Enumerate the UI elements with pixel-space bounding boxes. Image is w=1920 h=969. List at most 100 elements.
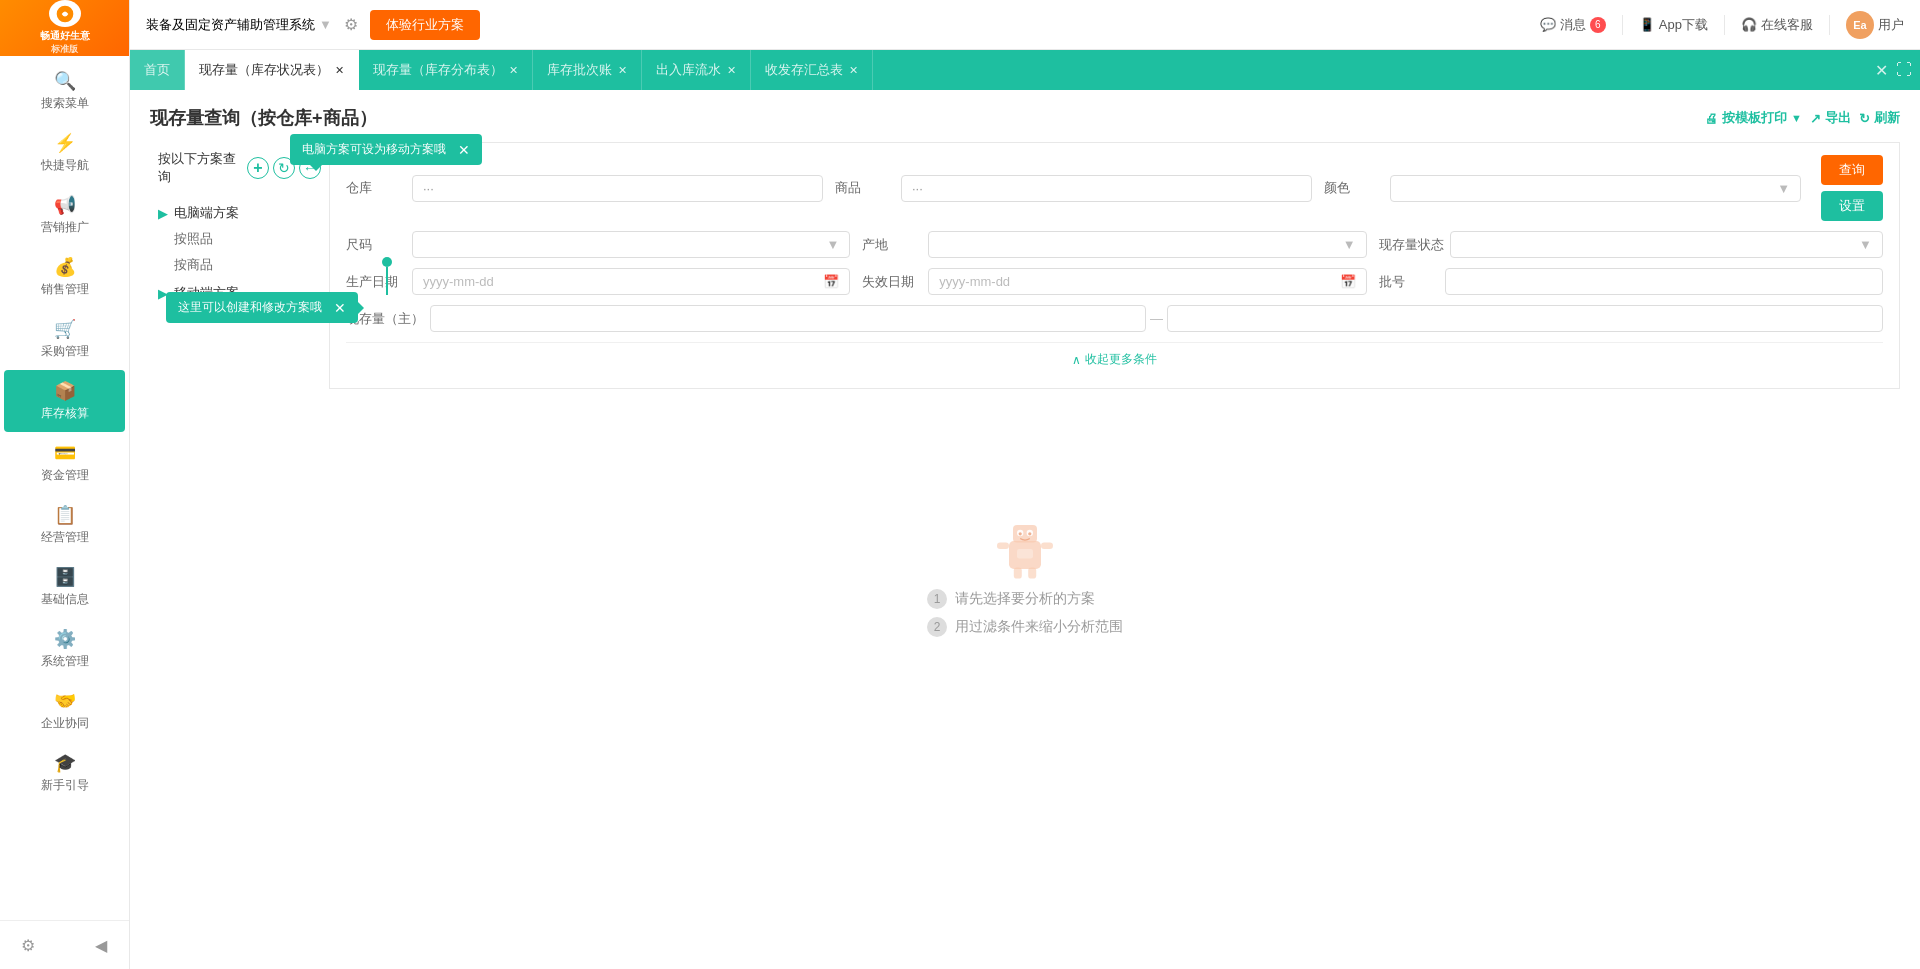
sidebar-item-finance[interactable]: 💳 资金管理 xyxy=(0,432,129,494)
tab-home[interactable]: 首页 xyxy=(130,50,185,90)
sidebar-item-marketing[interactable]: 📢 营销推广 xyxy=(0,184,129,246)
stock-status-label: 现存量状态 xyxy=(1379,236,1444,254)
sidebar-item-sales[interactable]: 💰 销售管理 xyxy=(0,246,129,308)
sidebar-item-guide[interactable]: 🎓 新手引导 xyxy=(0,742,129,804)
tab-batch[interactable]: 库存批次账 ✕ xyxy=(533,50,642,90)
calendar-icon-1[interactable]: 📅 xyxy=(823,274,839,289)
tab-end-buttons: ✕ ⛶ xyxy=(1867,50,1920,90)
tab-batch-label: 库存批次账 xyxy=(547,61,612,79)
empty-steps-list: 1 请先选择要分析的方案 2 用过滤条件来缩小分析范围 xyxy=(927,589,1123,645)
tab-batch-close[interactable]: ✕ xyxy=(618,64,627,77)
content-inner: 现存量查询（按仓库+商品） 🖨 按模板打印 ▼ ↗ 导出 ↻ 刷新 xyxy=(130,90,1920,969)
sidebar-item-inventory[interactable]: 📦 库存核算 xyxy=(4,370,125,432)
connector-dot xyxy=(382,257,392,267)
sidebar-item-system[interactable]: ⚙️ 系统管理 xyxy=(0,618,129,680)
online-support-button[interactable]: 🎧 在线客服 xyxy=(1741,16,1813,34)
scheme-item-1[interactable]: 按照品 xyxy=(150,226,329,252)
warehouse-dots: ··· xyxy=(423,181,434,196)
tab-stock-dist[interactable]: 现存量（库存分布表） ✕ xyxy=(359,50,533,90)
origin-select[interactable]: ▼ xyxy=(928,231,1366,258)
search-icon: 🔍 xyxy=(54,70,76,92)
size-select[interactable]: ▼ xyxy=(412,231,850,258)
template-print-button[interactable]: 🖨 按模板打印 ▼ xyxy=(1705,109,1802,127)
sidebar-item-purchase[interactable]: 🛒 采购管理 xyxy=(0,308,129,370)
color-select[interactable]: ▼ xyxy=(1390,175,1801,202)
tab-inout[interactable]: 出入库流水 ✕ xyxy=(642,50,751,90)
refresh-icon: ↻ xyxy=(1859,111,1870,126)
sidebar-item-quicknav[interactable]: ⚡ 快捷导航 xyxy=(0,122,129,184)
user-avatar: Ea xyxy=(1846,11,1874,39)
sidebar-item-purchase-label: 采购管理 xyxy=(41,343,89,360)
filter-origin: 产地 ▼ xyxy=(862,231,1366,258)
quicknav-icon: ⚡ xyxy=(54,132,76,154)
export-button[interactable]: ↗ 导出 xyxy=(1810,109,1851,127)
settings-bottom-btn[interactable]: ⚙ xyxy=(8,929,48,961)
export-label: 导出 xyxy=(1825,109,1851,127)
add-scheme-button[interactable]: + xyxy=(247,157,269,179)
close-all-tabs-icon[interactable]: ✕ xyxy=(1875,61,1888,80)
expire-date-input[interactable]: yyyy-mm-dd 📅 xyxy=(928,268,1366,295)
tab-inout-close[interactable]: ✕ xyxy=(727,64,736,77)
scheme-edit-tooltip-text: 这里可以创建和修改方案哦 xyxy=(178,299,322,316)
scheme-edit-tooltip: 这里可以创建和修改方案哦 ✕ xyxy=(166,292,358,323)
produce-date-input[interactable]: yyyy-mm-dd 📅 xyxy=(412,268,850,295)
step-2-text: 用过滤条件来缩小分析范围 xyxy=(955,618,1123,636)
sidebar-item-search[interactable]: 🔍 搜索菜单 xyxy=(0,60,129,122)
tab-stock-status-close[interactable]: ✕ xyxy=(335,64,344,77)
sidebar-item-basic[interactable]: 🗄️ 基础信息 xyxy=(0,556,129,618)
settings-gear-icon[interactable]: ⚙ xyxy=(344,15,358,34)
enterprise-icon: 🤝 xyxy=(54,690,76,712)
stock-status-select[interactable]: ▼ xyxy=(1450,231,1883,258)
messages-button[interactable]: 💬 消息 6 xyxy=(1540,16,1606,34)
collapse-button[interactable]: ∧ 收起更多条件 xyxy=(346,342,1883,376)
set-button[interactable]: 设置 xyxy=(1821,191,1883,221)
goods-select[interactable]: ··· xyxy=(901,175,1312,202)
sidebar-item-marketing-label: 营销推广 xyxy=(41,219,89,236)
step-1-text: 请先选择要分析的方案 xyxy=(955,590,1095,608)
svg-rect-10 xyxy=(1028,567,1036,578)
filter-produce-date: 生产日期 yyyy-mm-dd 📅 xyxy=(346,268,850,295)
calendar-icon-2[interactable]: 📅 xyxy=(1340,274,1356,289)
stock-status-dropdown-icon: ▼ xyxy=(1859,237,1872,252)
filter-size: 尺码 ▼ xyxy=(346,231,850,258)
collapse-label: 收起更多条件 xyxy=(1085,351,1157,368)
logo-icon xyxy=(49,0,81,27)
scheme-panel-tooltip-close[interactable]: ✕ xyxy=(458,142,470,158)
tab-home-label: 首页 xyxy=(144,61,170,79)
sidebar-item-operations[interactable]: 📋 经营管理 xyxy=(0,494,129,556)
tab-collect-close[interactable]: ✕ xyxy=(849,64,858,77)
refresh-button[interactable]: ↻ 刷新 xyxy=(1859,109,1900,127)
fullscreen-icon[interactable]: ⛶ xyxy=(1896,61,1912,79)
app-download-button[interactable]: 📱 App下载 xyxy=(1639,16,1708,34)
tab-stock-dist-close[interactable]: ✕ xyxy=(509,64,518,77)
desktop-scheme-header[interactable]: ▶ 电脑端方案 xyxy=(150,200,329,226)
scheme-item-2[interactable]: 按商品 xyxy=(150,252,329,278)
app-name: 畅通好生意 xyxy=(40,29,90,43)
experience-industry-button[interactable]: 体验行业方案 xyxy=(370,10,480,40)
query-button[interactable]: 查询 xyxy=(1821,155,1883,185)
stock-main-from[interactable] xyxy=(430,305,1146,332)
scheme-edit-tooltip-close[interactable]: ✕ xyxy=(334,300,346,316)
produce-date-label: 生产日期 xyxy=(346,273,406,291)
empty-step-2: 2 用过滤条件来缩小分析范围 xyxy=(927,617,1123,637)
batch-no-input[interactable] xyxy=(1445,268,1883,295)
tab-stock-status[interactable]: 现存量（库存状况表） ✕ xyxy=(185,50,359,90)
inventory-icon: 📦 xyxy=(54,380,76,402)
sidebar-item-enterprise[interactable]: 🤝 企业协同 xyxy=(0,680,129,742)
system-selector[interactable]: 装备及固定资产辅助管理系统 ▼ xyxy=(146,16,332,34)
expand-icon: ▶ xyxy=(158,206,168,221)
main-content: 现存量查询（按仓库+商品） 🖨 按模板打印 ▼ ↗ 导出 ↻ 刷新 xyxy=(130,90,1920,969)
origin-label: 产地 xyxy=(862,236,922,254)
template-print-label: 按模板打印 xyxy=(1722,109,1787,127)
empty-state: 1 请先选择要分析的方案 2 用过滤条件来缩小分析范围 xyxy=(150,429,1900,725)
sidebar-item-inventory-label: 库存核算 xyxy=(41,405,89,422)
sidebar-item-search-label: 搜索菜单 xyxy=(41,95,89,112)
warehouse-select[interactable]: ··· xyxy=(412,175,823,202)
tab-collect[interactable]: 收发存汇总表 ✕ xyxy=(751,50,873,90)
user-menu-button[interactable]: Ea 用户 xyxy=(1846,11,1904,39)
stock-main-to[interactable] xyxy=(1167,305,1883,332)
collapse-sidebar-btn[interactable]: ◀ xyxy=(81,929,121,961)
collapse-icon: ∧ xyxy=(1072,353,1081,367)
dot-connector xyxy=(382,257,392,295)
sales-icon: 💰 xyxy=(54,256,76,278)
